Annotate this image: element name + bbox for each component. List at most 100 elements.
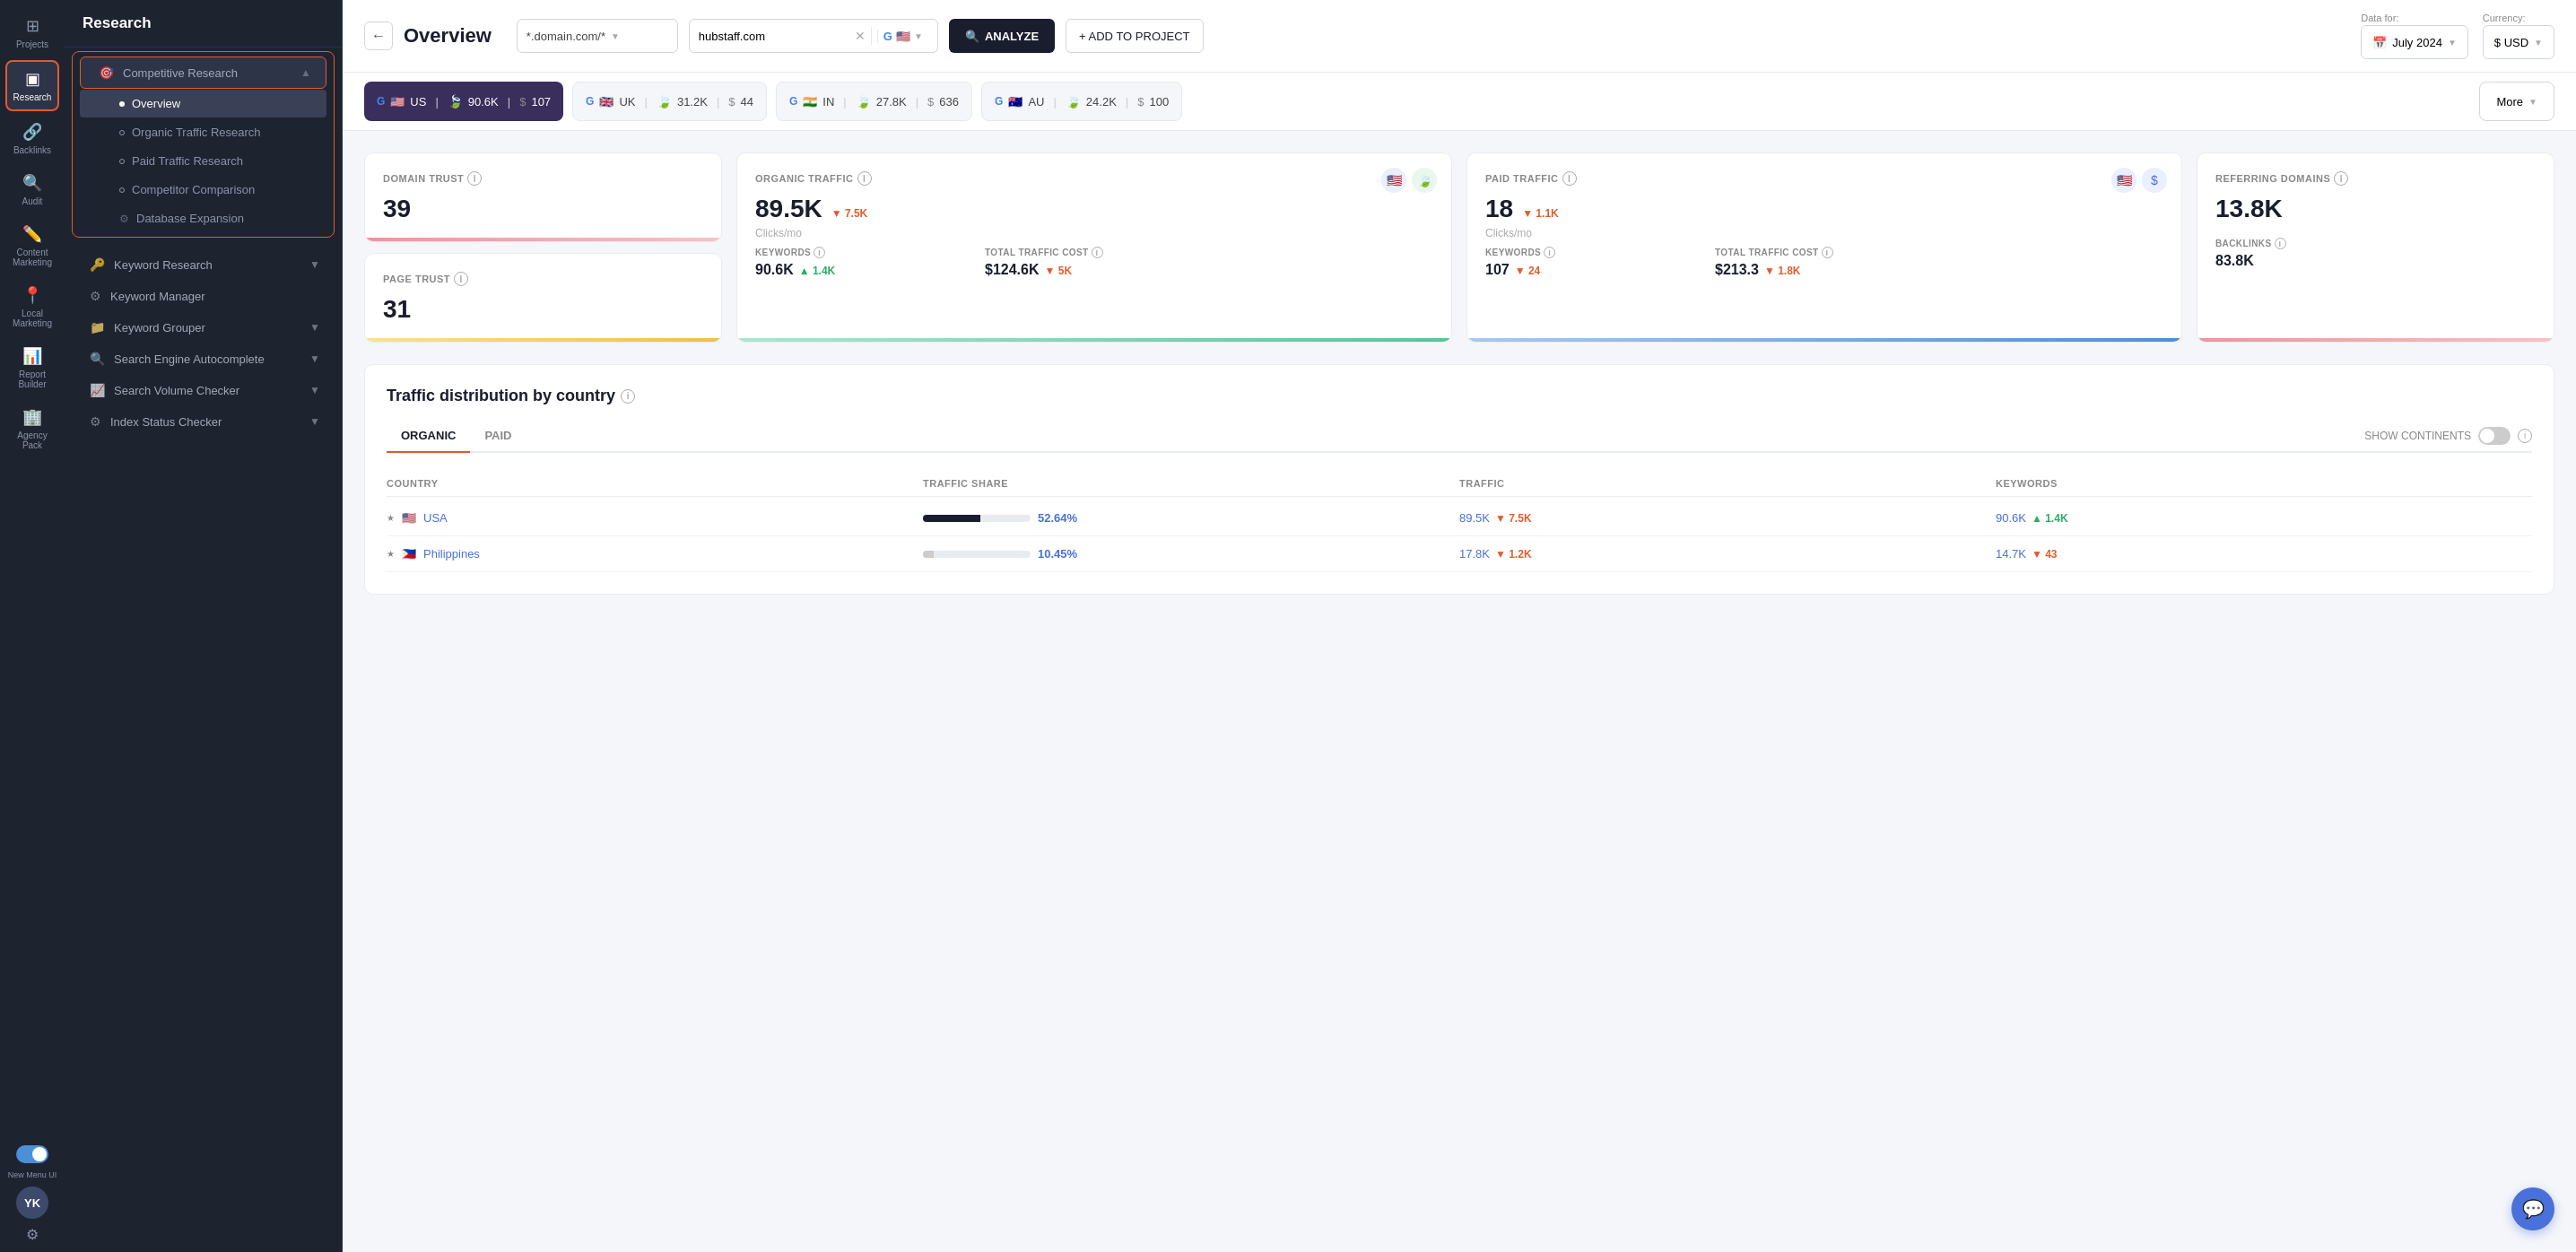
us-flag: 🇺🇸 [390, 95, 405, 109]
chat-bubble[interactable]: 💬 [2511, 1187, 2554, 1230]
nav-item-audit-label: Audit [22, 196, 43, 206]
organic-cost-info[interactable]: i [1092, 247, 1103, 258]
chat-icon: 💬 [2522, 1198, 2545, 1220]
nav-item-agency[interactable]: 🏢 Agency Pack [5, 400, 59, 457]
domain-trust-info[interactable]: i [467, 171, 482, 186]
active-dot [119, 101, 125, 107]
sidebar-sub-item-paid-traffic[interactable]: Paid Traffic Research [80, 147, 326, 175]
sidebar-sub-item-competitor-comparison[interactable]: Competitor Comparison [80, 176, 326, 204]
traffic-value-usa: 89.5K [1459, 511, 1490, 525]
settings-icon[interactable]: ⚙ [26, 1226, 39, 1243]
tab-organic[interactable]: ORGANIC [387, 420, 470, 453]
keywords-value-usa: 90.6K [1996, 511, 2026, 525]
domain-trust-card: DOMAIN TRUST i 39 [364, 152, 722, 242]
avatar[interactable]: YK [16, 1187, 48, 1219]
organic-info[interactable]: i [857, 171, 872, 186]
more-button[interactable]: More ▼ [2479, 82, 2554, 121]
referring-domains-info[interactable]: i [2334, 171, 2348, 186]
paid-keywords-metric: KEYWORDS i 107 ▼ 24 [1485, 247, 1704, 278]
traffic-pct-usa: 52.64% [1038, 511, 1077, 525]
organic-keywords-change: ▲ 1.4K [799, 265, 836, 277]
back-button[interactable]: ← [364, 22, 393, 50]
sidebar-sub-item-organic-traffic[interactable]: Organic Traffic Research [80, 118, 326, 146]
continents-toggle-switch[interactable] [2478, 427, 2511, 445]
organic-traffic-card: 🇺🇸 🍃 ORGANIC TRAFFIC i 89.5K ▼ 7.5K Clic… [736, 152, 1452, 343]
organic-keywords-info[interactable]: i [814, 247, 825, 258]
clear-domain-button[interactable]: ✕ [855, 29, 866, 43]
sidebar-item-keyword-manager[interactable]: ⚙ Keyword Manager [72, 281, 335, 311]
country-link-usa[interactable]: USA [423, 511, 448, 525]
flag-chip-au[interactable]: G 🇦🇺 AU | 🍃 24.2K | $ 100 [981, 82, 1182, 121]
backlinks-icon: 🔗 [22, 122, 42, 142]
add-to-project-button[interactable]: + ADD TO PROJECT [1066, 19, 1203, 53]
sidebar-item-index-status-label: Index Status Checker [110, 415, 300, 429]
google-g-au: G [995, 95, 1003, 108]
currency-picker[interactable]: $ USD ▼ [2483, 25, 2554, 59]
nav-item-local[interactable]: 📍 Local Marketing [5, 278, 59, 335]
traffic-bar-bg-usa [923, 515, 1031, 522]
rank-icon-ph: ★ [387, 549, 395, 559]
sidebar-item-competitive-research[interactable]: 🎯 Competitive Research ▲ [80, 57, 326, 89]
organic-keywords-value-row: 90.6K ▲ 1.4K [755, 262, 974, 278]
page-trust-info[interactable]: i [454, 272, 468, 286]
nav-item-backlinks[interactable]: 🔗 Backlinks [5, 115, 59, 162]
sidebar-sub-item-comparison-label: Competitor Comparison [132, 183, 255, 196]
paid-value: 18 [1485, 195, 1513, 223]
referring-domains-card: REFERRING DOMAINS i 13.8K BACKLINKS i 83… [2197, 152, 2554, 343]
table-row-usa: ★ 🇺🇸 USA 52.64% 89.5K ▼ 7.5K 90.6K ▲ 1. [387, 500, 2532, 536]
country-link-philippines[interactable]: Philippines [423, 547, 480, 561]
sidebar-sub-item-overview-label: Overview [132, 97, 180, 110]
backlinks-value: 83.8K [2215, 253, 2536, 269]
tab-paid[interactable]: PAID [470, 420, 526, 453]
search-engine-flag[interactable]: G 🇺🇸 ▼ [877, 30, 928, 43]
domain-input[interactable] [699, 30, 849, 43]
sidebar-sub-item-overview[interactable]: Overview [80, 90, 326, 117]
flag-chip-uk[interactable]: G 🇬🇧 UK | 🍃 31.2K | $ 44 [572, 82, 767, 121]
organic-cost-label: TOTAL TRAFFIC COST i [985, 247, 1204, 258]
competitive-research-collapse[interactable]: ▲ [300, 66, 311, 79]
paid-value-row: 18 ▼ 1.1K [1485, 195, 2163, 223]
audit-icon: 🔍 [22, 173, 42, 193]
dollar-icon-us: $ [519, 95, 526, 109]
sidebar-item-keyword-research[interactable]: 🔑 Keyword Research ▼ [72, 249, 335, 280]
paid-keywords-info[interactable]: i [1544, 247, 1555, 258]
nav-item-research-label: Research [13, 92, 52, 102]
traffic-distribution-title: Traffic distribution by country i [387, 387, 2532, 405]
organic-cost-metric: TOTAL TRAFFIC COST i $124.6K ▼ 5K [985, 247, 1204, 278]
in-flag: 🇮🇳 [803, 95, 817, 109]
new-menu-toggle[interactable] [16, 1145, 48, 1163]
traffic-dist-info[interactable]: i [621, 389, 635, 404]
uk-keywords: 44 [741, 95, 753, 109]
traffic-change-usa: ▼ 7.5K [1495, 512, 1532, 525]
in-traffic: 27.8K [876, 95, 907, 109]
search-volume-arrow: ▼ [309, 384, 320, 396]
flag-chip-us[interactable]: G 🇺🇸 US | 🍃 90.6K | $ 107 [364, 82, 563, 121]
nav-item-projects[interactable]: ⊞ Projects [5, 9, 59, 57]
sidebar-item-index-status-checker[interactable]: ⚙ Index Status Checker ▼ [72, 406, 335, 437]
nav-item-research[interactable]: ▣ Research [5, 60, 59, 111]
uk-country: UK [619, 95, 635, 109]
flag-chip-in[interactable]: G 🇮🇳 IN | 🍃 27.8K | $ 636 [776, 82, 972, 121]
nav-item-content[interactable]: ✏️ Content Marketing [5, 217, 59, 274]
paid-cost-info[interactable]: i [1822, 247, 1833, 258]
nav-item-audit[interactable]: 🔍 Audit [5, 166, 59, 213]
au-traffic: 24.2K [1086, 95, 1117, 109]
sidebar-sub-item-database-expansion[interactable]: ⚙ Database Expansion [80, 204, 326, 232]
keyword-grouper-arrow: ▼ [309, 321, 320, 334]
organic-cost-change: ▼ 5K [1045, 265, 1073, 277]
nav-item-report[interactable]: 📊 Report Builder [5, 339, 59, 396]
backlinks-info[interactable]: i [2275, 238, 2286, 249]
url-filter-dropdown[interactable]: *.domain.com/* ▼ [517, 19, 678, 53]
sidebar-item-search-volume-checker[interactable]: 📈 Search Volume Checker ▼ [72, 375, 335, 405]
continents-info[interactable]: i [2518, 429, 2532, 443]
ph-flag: 🇵🇭 [402, 547, 416, 561]
date-picker[interactable]: 📅 July 2024 ▼ [2361, 25, 2468, 59]
analyze-button[interactable]: 🔍 ANALYZE [949, 19, 1055, 53]
sidebar-item-search-engine-autocomplete[interactable]: 🔍 Search Engine Autocomplete ▼ [72, 343, 335, 374]
home-icon: ⊞ [26, 16, 39, 36]
sidebar-item-keyword-grouper[interactable]: 📁 Keyword Grouper ▼ [72, 312, 335, 343]
paid-info[interactable]: i [1562, 171, 1577, 186]
research-icon: ▣ [25, 69, 40, 89]
sidebar-other-sections: 🔑 Keyword Research ▼ ⚙ Keyword Manager 📁… [65, 241, 342, 445]
competitive-research-icon: 🎯 [99, 65, 114, 80]
